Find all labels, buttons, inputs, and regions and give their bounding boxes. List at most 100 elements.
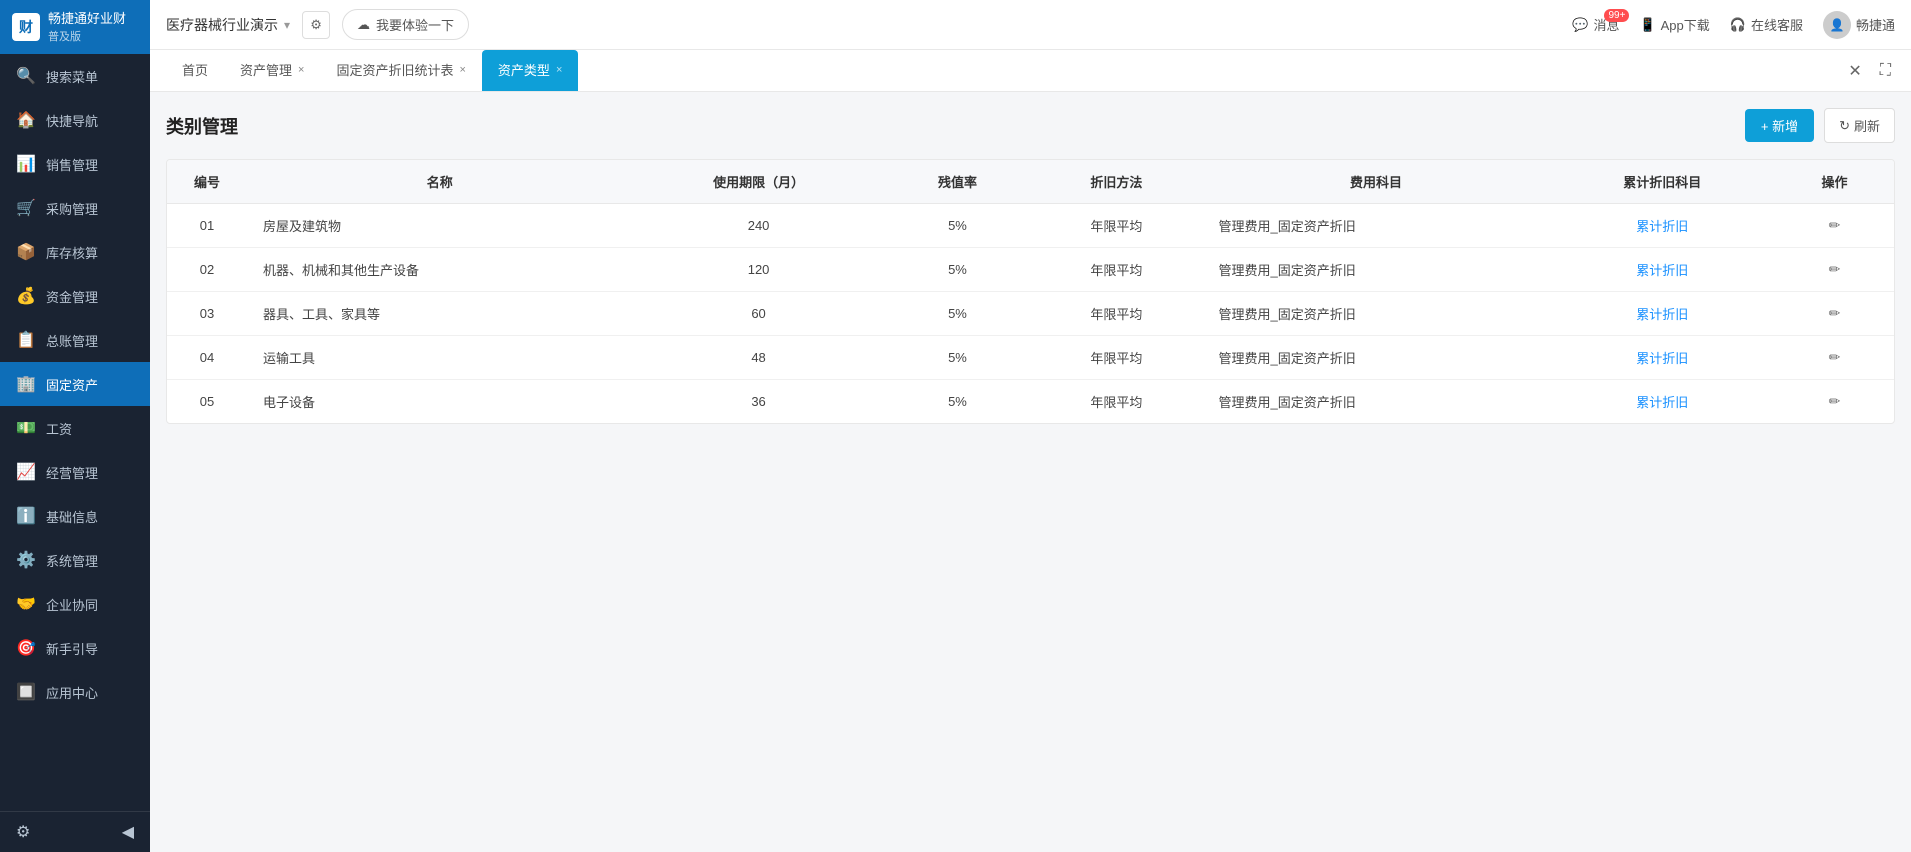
tab-asset-mgmt[interactable]: 资产管理 ×	[224, 50, 320, 91]
cell-operation[interactable]: ✏	[1775, 336, 1894, 380]
col-action: 操作	[1775, 160, 1894, 204]
cell-operation[interactable]: ✏	[1775, 380, 1894, 424]
cell-name: 房屋及建筑物	[247, 204, 632, 248]
col-months: 使用期限（月）	[632, 160, 884, 204]
sidebar: 财 畅捷通好业财 普及版 🔍 搜索菜单 🏠 快捷导航 📊 销售管理 🛒 采购管理…	[0, 0, 150, 852]
sidebar-item-operations[interactable]: 📈 经营管理	[0, 450, 150, 494]
sidebar-item-payroll[interactable]: 💵 工资	[0, 406, 150, 450]
collapse-icon[interactable]: ◀	[122, 822, 134, 842]
payroll-icon: 💵	[16, 418, 36, 438]
sidebar-item-ledger[interactable]: 📋 总账管理	[0, 318, 150, 362]
tab-close-window[interactable]: ✕	[1844, 57, 1865, 85]
home-icon: 🏠	[16, 110, 36, 130]
sidebar-item-basic[interactable]: ℹ️ 基础信息	[0, 494, 150, 538]
table-row: 02 机器、机械和其他生产设备 120 5% 年限平均 管理费用_固定资产折旧 …	[167, 248, 1894, 292]
cell-name: 机器、机械和其他生产设备	[247, 248, 632, 292]
apps-icon: 🔲	[16, 682, 36, 702]
tab-fixed-stat[interactable]: 固定资产折旧统计表 ×	[320, 50, 481, 91]
cell-id: 03	[167, 292, 247, 336]
tab-bar-right: ✕ ⛶	[1844, 57, 1895, 85]
page-header: 类别管理 + 新增 ↻ 刷新	[166, 108, 1895, 143]
tab-asset-type[interactable]: 资产类型 ×	[482, 50, 578, 91]
sidebar-header: 财 畅捷通好业财 普及版	[0, 0, 150, 54]
data-table: 编号 名称 使用期限（月） 残值率 折旧方法 费用科目 累计折旧科目 操作 01…	[166, 159, 1895, 424]
sidebar-item-capital[interactable]: 💰 资金管理	[0, 274, 150, 318]
table-header-row: 编号 名称 使用期限（月） 残值率 折旧方法 费用科目 累计折旧科目 操作	[167, 160, 1894, 204]
edit-icon[interactable]: ✏	[1829, 217, 1841, 233]
gear-button[interactable]: ⚙	[302, 11, 330, 39]
tab-close-fixed-stat[interactable]: ×	[459, 64, 465, 76]
cell-residual: 5%	[885, 336, 1031, 380]
phone-icon: 📱	[1639, 17, 1655, 33]
sidebar-item-quicknav[interactable]: 🏠 快捷导航	[0, 98, 150, 142]
cell-method: 年限平均	[1030, 380, 1202, 424]
col-cost-acct: 费用科目	[1203, 160, 1550, 204]
sidebar-item-apps[interactable]: 🔲 应用中心	[0, 670, 150, 714]
cell-id: 01	[167, 204, 247, 248]
service-action[interactable]: 🎧 在线客服	[1730, 15, 1803, 34]
cell-cost-acct: 管理费用_固定资产折旧	[1203, 336, 1550, 380]
cell-operation[interactable]: ✏	[1775, 248, 1894, 292]
main-area: 医疗器械行业演示 ▾ ⚙ ☁ 我要体验一下 💬 消息 99+ 📱 App下载 🎧…	[150, 0, 1911, 852]
settings-icon: ⚙️	[16, 550, 36, 570]
new-button[interactable]: + 新增	[1745, 109, 1814, 142]
sidebar-item-guide[interactable]: 🎯 新手引导	[0, 626, 150, 670]
sidebar-item-search[interactable]: 🔍 搜索菜单	[0, 54, 150, 98]
cell-name: 器具、工具、家具等	[247, 292, 632, 336]
info-icon: ℹ️	[16, 506, 36, 526]
cell-accum-acct: 累计折旧	[1549, 336, 1775, 380]
cell-id: 02	[167, 248, 247, 292]
cell-operation[interactable]: ✏	[1775, 292, 1894, 336]
cell-method: 年限平均	[1030, 204, 1202, 248]
content-area: 类别管理 + 新增 ↻ 刷新 编号 名称 使用期限（月） 残值率 折旧方法	[150, 92, 1911, 852]
edit-icon[interactable]: ✏	[1829, 261, 1841, 277]
tab-close-asset-mgmt[interactable]: ×	[298, 64, 304, 76]
edit-icon[interactable]: ✏	[1829, 393, 1841, 409]
tab-close-asset-type[interactable]: ×	[556, 64, 562, 76]
table-row: 03 器具、工具、家具等 60 5% 年限平均 管理费用_固定资产折旧 累计折旧…	[167, 292, 1894, 336]
ledger-icon: 📋	[16, 330, 36, 350]
sidebar-nav: 🔍 搜索菜单 🏠 快捷导航 📊 销售管理 🛒 采购管理 📦 库存核算 💰 资金管…	[0, 54, 150, 811]
box-icon: 📦	[16, 242, 36, 262]
collab-icon: 🤝	[16, 594, 36, 614]
cell-cost-acct: 管理费用_固定资产折旧	[1203, 204, 1550, 248]
experience-button[interactable]: ☁ 我要体验一下	[342, 9, 469, 40]
sidebar-item-system[interactable]: ⚙️ 系统管理	[0, 538, 150, 582]
sidebar-item-fixed[interactable]: 🏢 固定资产	[0, 362, 150, 406]
settings-footer-icon[interactable]: ⚙	[16, 822, 30, 842]
cell-cost-acct: 管理费用_固定资产折旧	[1203, 248, 1550, 292]
cell-name: 运输工具	[247, 336, 632, 380]
cell-months: 60	[632, 292, 884, 336]
cell-accum-acct: 累计折旧	[1549, 204, 1775, 248]
edit-icon[interactable]: ✏	[1829, 349, 1841, 365]
cell-method: 年限平均	[1030, 336, 1202, 380]
avatar: 👤	[1823, 11, 1851, 39]
sidebar-item-collab[interactable]: 🤝 企业协同	[0, 582, 150, 626]
col-accum-acct: 累计折旧科目	[1549, 160, 1775, 204]
ops-icon: 📈	[16, 462, 36, 482]
module-selector[interactable]: 医疗器械行业演示 ▾	[166, 15, 290, 35]
sidebar-footer: ⚙ ◀	[0, 811, 150, 852]
cell-operation[interactable]: ✏	[1775, 204, 1894, 248]
app-download-action[interactable]: 📱 App下载	[1639, 15, 1709, 34]
sidebar-logo-text: 畅捷通好业财 普及版	[48, 10, 126, 44]
table-row: 04 运输工具 48 5% 年限平均 管理费用_固定资产折旧 累计折旧 ✏	[167, 336, 1894, 380]
user-action[interactable]: 👤 畅捷通	[1823, 11, 1895, 39]
cell-cost-acct: 管理费用_固定资产折旧	[1203, 380, 1550, 424]
message-action[interactable]: 💬 消息 99+	[1572, 15, 1619, 34]
col-method: 折旧方法	[1030, 160, 1202, 204]
sidebar-item-inventory[interactable]: 📦 库存核算	[0, 230, 150, 274]
cell-residual: 5%	[885, 248, 1031, 292]
tab-home[interactable]: 首页	[166, 50, 224, 91]
cell-months: 48	[632, 336, 884, 380]
refresh-button[interactable]: ↻ 刷新	[1824, 108, 1895, 143]
top-header: 医疗器械行业演示 ▾ ⚙ ☁ 我要体验一下 💬 消息 99+ 📱 App下载 🎧…	[150, 0, 1911, 50]
page-actions: + 新增 ↻ 刷新	[1745, 108, 1895, 143]
cart-icon: 🛒	[16, 198, 36, 218]
tab-fullscreen[interactable]: ⛶	[1876, 58, 1895, 84]
cell-accum-acct: 累计折旧	[1549, 292, 1775, 336]
edit-icon[interactable]: ✏	[1829, 305, 1841, 321]
guide-icon: 🎯	[16, 638, 36, 658]
sidebar-item-sales[interactable]: 📊 销售管理	[0, 142, 150, 186]
sidebar-item-purchase[interactable]: 🛒 采购管理	[0, 186, 150, 230]
